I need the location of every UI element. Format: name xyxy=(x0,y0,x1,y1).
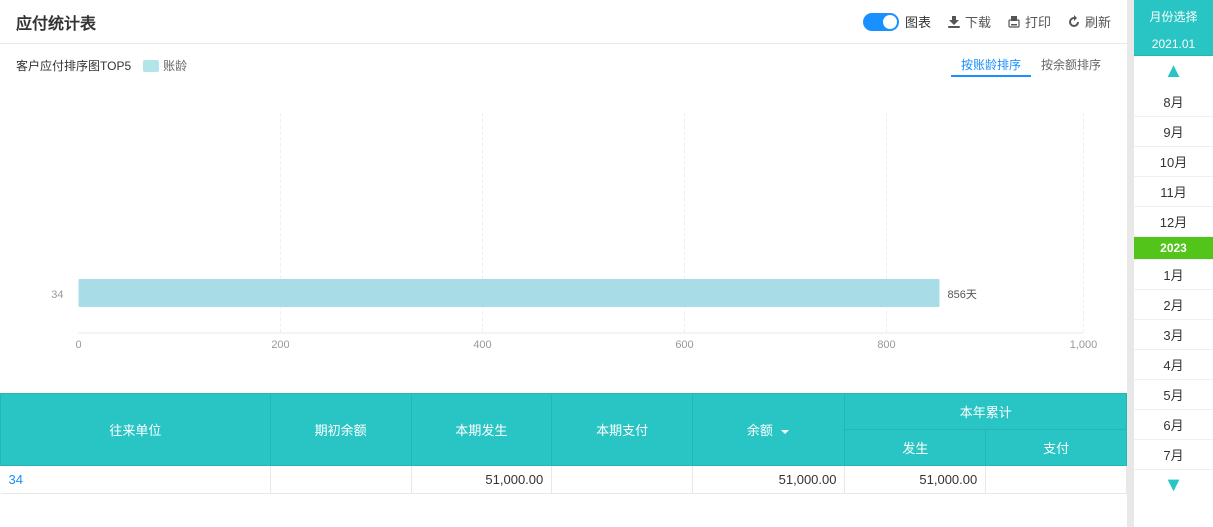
th-year-pay: 支付 xyxy=(986,430,1127,466)
refresh-button[interactable]: 刷新 xyxy=(1067,12,1111,31)
cell-year-pay xyxy=(986,466,1127,494)
sidebar: 月份选择 2021.01 ▲ 8月9月10月11月12月20231月2月3月4月… xyxy=(1133,0,1213,527)
th-unit: 往来单位 xyxy=(1,394,271,466)
download-label: 下载 xyxy=(965,12,991,31)
legend-color xyxy=(143,60,159,72)
month-item[interactable]: 11月 xyxy=(1134,177,1213,207)
legend-label: 账龄 xyxy=(163,57,187,74)
month-item[interactable]: 12月 xyxy=(1134,207,1213,237)
th-year-group: 本年累计 xyxy=(845,394,1127,430)
table-body: 34 51,000.00 51,000.00 51,000.00 xyxy=(1,466,1127,494)
chart-section: 客户应付排序图TOP5 账龄 按账龄排序 按余额排序 34 xyxy=(0,44,1127,393)
sort-tabs: 按账龄排序 按余额排序 xyxy=(951,54,1111,77)
svg-text:400: 400 xyxy=(473,339,491,351)
sort-tab-balance[interactable]: 按余额排序 xyxy=(1031,54,1111,77)
th-year-occur: 发生 xyxy=(845,430,986,466)
month-item[interactable]: 8月 xyxy=(1134,87,1213,117)
cell-unit: 34 xyxy=(1,466,271,494)
sidebar-header: 月份选择 xyxy=(1134,0,1213,33)
month-item[interactable]: 10月 xyxy=(1134,147,1213,177)
unit-link[interactable]: 34 xyxy=(9,472,23,487)
month-item[interactable]: 3月 xyxy=(1134,320,1213,350)
cell-current-occur: 51,000.00 xyxy=(411,466,552,494)
svg-text:856天: 856天 xyxy=(948,289,977,301)
cell-balance: 51,000.00 xyxy=(693,466,845,494)
sidebar-arrow-up[interactable]: ▲ xyxy=(1134,56,1213,87)
toggle-thumb xyxy=(883,15,897,29)
svg-text:600: 600 xyxy=(675,339,693,351)
toggle-track[interactable] xyxy=(863,13,899,31)
print-button[interactable]: 打印 xyxy=(1007,12,1051,31)
download-icon xyxy=(947,15,961,29)
print-icon xyxy=(1007,15,1021,29)
month-item[interactable]: 9月 xyxy=(1134,117,1213,147)
refresh-icon xyxy=(1067,15,1081,29)
month-item[interactable]: 5月 xyxy=(1134,380,1213,410)
table-row: 34 51,000.00 51,000.00 51,000.00 xyxy=(1,466,1127,494)
month-item[interactable]: 7月 xyxy=(1134,440,1213,470)
refresh-label: 刷新 xyxy=(1085,12,1111,31)
print-label: 打印 xyxy=(1025,12,1051,31)
th-period-balance: 期初余额 xyxy=(270,394,411,466)
download-button[interactable]: 下载 xyxy=(947,12,991,31)
month-item[interactable]: 1月 xyxy=(1134,260,1213,290)
cell-current-pay xyxy=(552,466,693,494)
chart-wrapper: 34 0 200 400 600 800 1,000 xyxy=(16,83,1111,383)
legend-item: 账龄 xyxy=(143,57,187,74)
year-marker: 2023 xyxy=(1134,237,1213,260)
table-section: 往来单位 期初余额 本期发生 本期支付 余额 本年累计 发生 支付 xyxy=(0,393,1127,527)
header-actions: 图表 下载 打印 刷新 xyxy=(863,12,1111,31)
svg-text:0: 0 xyxy=(75,339,81,351)
page-header: 应付统计表 图表 下载 打印 刷新 xyxy=(0,0,1127,44)
th-balance: 余额 xyxy=(693,394,845,466)
chart-toggle[interactable]: 图表 xyxy=(863,12,931,31)
svg-text:34: 34 xyxy=(51,289,63,301)
chart-legend-title: 客户应付排序图TOP5 xyxy=(16,57,131,74)
chart-label: 图表 xyxy=(905,12,931,31)
sidebar-year[interactable]: 2021.01 xyxy=(1134,33,1213,56)
chart-svg: 34 0 200 400 600 800 1,000 xyxy=(16,83,1111,383)
cell-period-balance xyxy=(270,466,411,494)
svg-text:200: 200 xyxy=(271,339,289,351)
month-list: 8月9月10月11月12月20231月2月3月4月5月6月7月 xyxy=(1134,87,1213,470)
month-item[interactable]: 4月 xyxy=(1134,350,1213,380)
page-title: 应付统计表 xyxy=(16,10,96,34)
cell-year-occur: 51,000.00 xyxy=(845,466,986,494)
sidebar-arrow-down[interactable]: ▼ xyxy=(1134,470,1213,501)
sort-tab-age[interactable]: 按账龄排序 xyxy=(951,54,1031,77)
table-header-row: 往来单位 期初余额 本期发生 本期支付 余额 本年累计 xyxy=(1,394,1127,430)
data-table: 往来单位 期初余额 本期发生 本期支付 余额 本年累计 发生 支付 xyxy=(0,393,1127,494)
svg-text:800: 800 xyxy=(877,339,895,351)
th-current-pay: 本期支付 xyxy=(552,394,693,466)
sort-icon xyxy=(779,426,791,438)
month-item[interactable]: 6月 xyxy=(1134,410,1213,440)
month-item[interactable]: 2月 xyxy=(1134,290,1213,320)
th-current-occur: 本期发生 xyxy=(411,394,552,466)
svg-text:1,000: 1,000 xyxy=(1070,339,1098,351)
